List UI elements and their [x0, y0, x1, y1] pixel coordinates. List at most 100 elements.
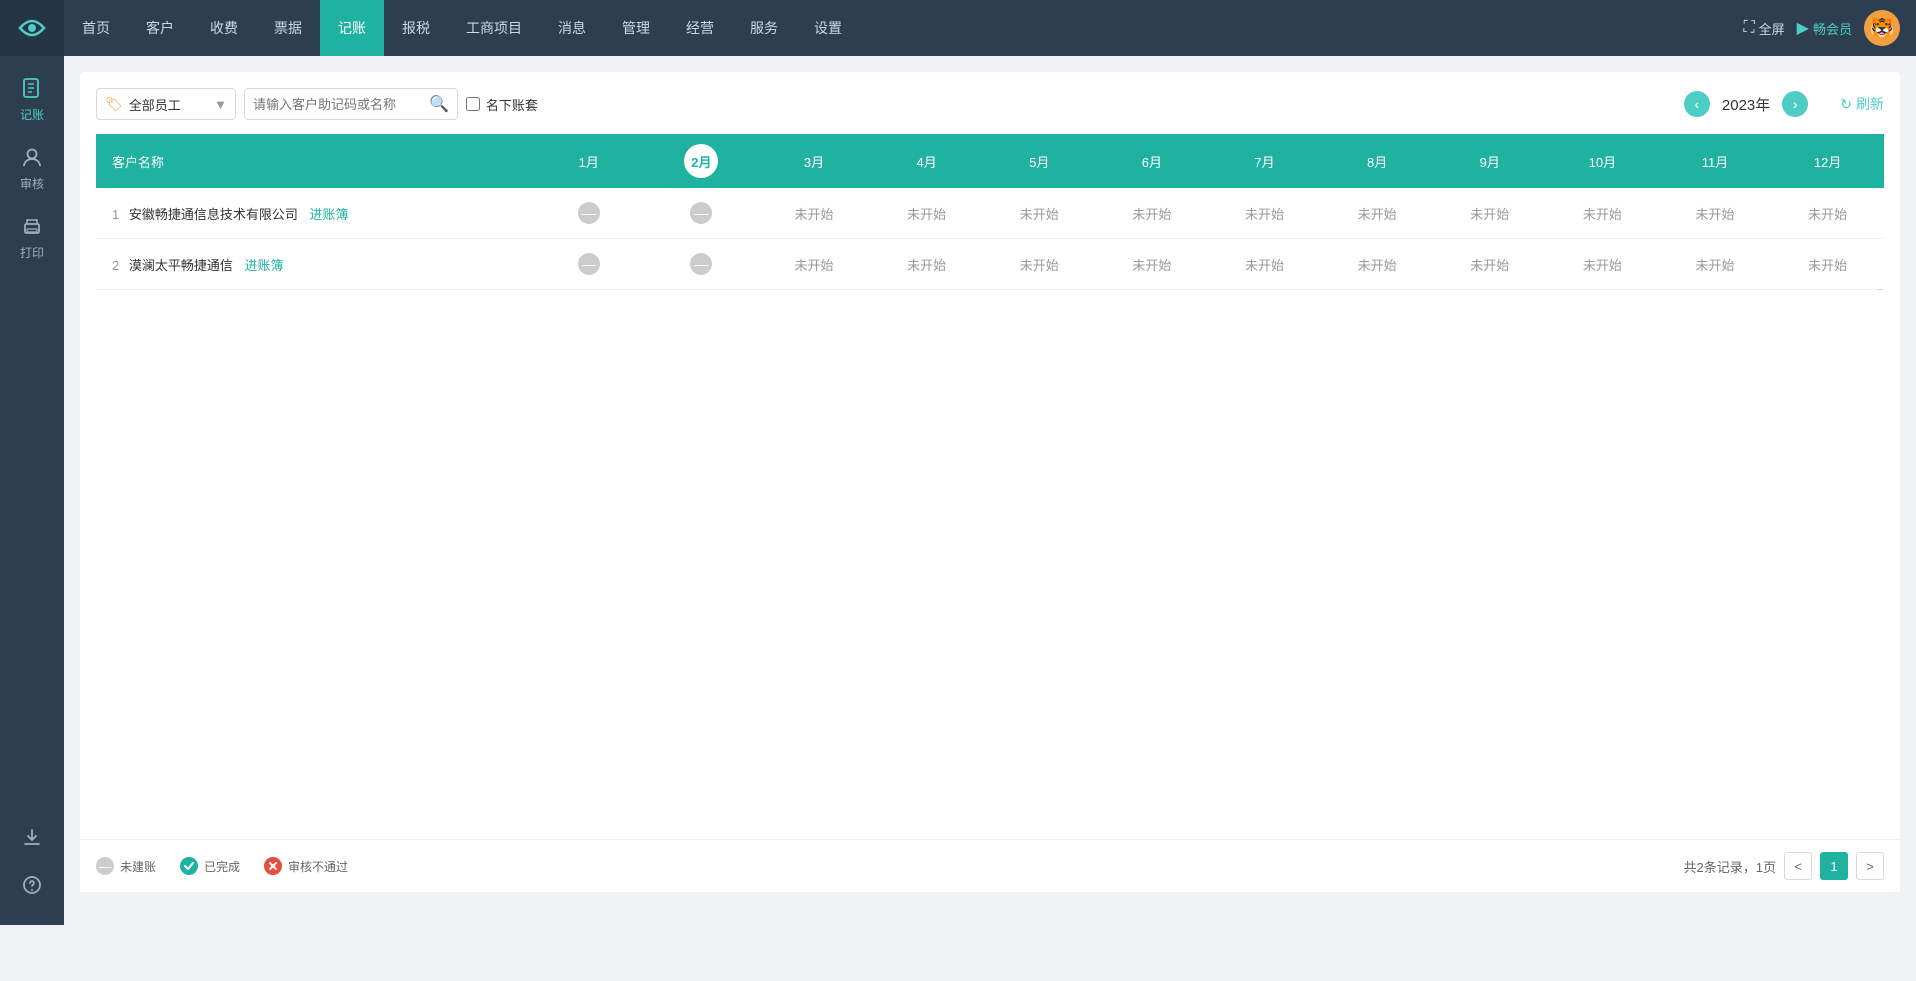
refresh-label: 刷新 — [1856, 94, 1884, 114]
cell-r1-dec: 未开始 — [1771, 188, 1884, 239]
cell-r1-jul: 未开始 — [1208, 188, 1321, 239]
sidebar-bottom — [0, 813, 64, 925]
col-jun: 6月 — [1096, 134, 1209, 188]
cell-r2-jun: 未开始 — [1096, 239, 1209, 290]
client-name-1: 安徽畅捷通信息技术有限公司 — [129, 207, 298, 222]
content-card: 🏷 全部员工 ▼ 🔍 名下账套 ‹ 2023年 › ↻ 刷新 — [80, 72, 1900, 892]
sidebar-item-ledger[interactable]: 记账 — [0, 64, 64, 133]
nav-home[interactable]: 首页 — [64, 0, 128, 56]
employee-select-label: 全部员工 — [129, 95, 181, 114]
vip-icon: ▶ — [1797, 18, 1809, 38]
top-nav-right: ⛶ 全屏 ▶ 畅会员 🐯 — [1743, 10, 1916, 46]
status-dash: — — [690, 202, 712, 224]
download-icon — [18, 823, 46, 851]
sidebar-audit-label: 审核 — [20, 175, 44, 192]
nav-service[interactable]: 服务 — [732, 0, 796, 56]
col-dec: 12月 — [1771, 134, 1884, 188]
sidebar-item-download[interactable] — [0, 813, 64, 861]
status-label: 未开始 — [1132, 258, 1171, 273]
search-button[interactable]: 🔍 — [429, 94, 449, 114]
nav-business2[interactable]: 经营 — [668, 0, 732, 56]
status-dash: — — [690, 253, 712, 275]
legend-grey-dot: — — [96, 857, 114, 875]
col-nov: 11月 — [1659, 134, 1772, 188]
sidebar-item-support[interactable] — [0, 861, 64, 909]
nav-items: 首页 客户 收费 票据 记账 报税 工商项目 消息 管理 经营 服务 设置 — [64, 0, 1743, 56]
table-wrapper: 客户名称 1月 2月 3月 4月 5月 6月 7月 8月 9月 10月 11月 … — [96, 134, 1884, 290]
scrollbar[interactable] — [1876, 289, 1884, 290]
nav-ledger[interactable]: 记账 — [320, 0, 384, 56]
my-accounts-checkbox-wrap[interactable]: 名下账套 — [466, 95, 538, 114]
cell-r1-aug: 未开始 — [1321, 188, 1434, 239]
footer: — 未建账 已完成 审核不通过 共2条记录，1页 < 1 > — [80, 839, 1900, 892]
enter-ledger-link-2[interactable]: 进账簿 — [245, 258, 284, 273]
cell-r2-aug: 未开始 — [1321, 239, 1434, 290]
status-label: 未开始 — [1245, 258, 1284, 273]
table-row: 2 漠澜太平畅捷通信 进账簿 — — 未开始 未开始 未开始 未开始 未开始 未… — [96, 239, 1884, 290]
logo[interactable] — [0, 0, 64, 56]
next-page-button[interactable]: > — [1856, 852, 1884, 880]
enter-ledger-link-1[interactable]: 进账簿 — [310, 207, 349, 222]
nav-tax[interactable]: 报税 — [384, 0, 448, 56]
legend-not-created: — 未建账 — [96, 857, 156, 875]
status-label: 未开始 — [1808, 258, 1847, 273]
nav-invoice[interactable]: 票据 — [256, 0, 320, 56]
chevron-down-icon: ▼ — [214, 97, 227, 112]
cell-r2-oct: 未开始 — [1546, 239, 1659, 290]
cell-r2-mar: 未开始 — [758, 239, 871, 290]
toolbar: 🏷 全部员工 ▼ 🔍 名下账套 ‹ 2023年 › ↻ 刷新 — [96, 88, 1884, 120]
status-label: 未开始 — [1020, 207, 1059, 222]
refresh-button[interactable]: ↻ 刷新 — [1840, 94, 1884, 114]
support-icon — [18, 871, 46, 899]
pagination: 共2条记录，1页 < 1 > — [1684, 852, 1884, 880]
sidebar-item-print[interactable]: 打印 — [0, 202, 64, 271]
cell-client-2: 2 漠澜太平畅捷通信 进账簿 — [96, 239, 532, 290]
main-content: 🏷 全部员工 ▼ 🔍 名下账套 ‹ 2023年 › ↻ 刷新 — [64, 56, 1916, 925]
status-label: 未开始 — [1358, 207, 1397, 222]
nav-business[interactable]: 工商项目 — [448, 0, 540, 56]
status-label: 未开始 — [1470, 207, 1509, 222]
cell-r2-jul: 未开始 — [1208, 239, 1321, 290]
prev-page-button[interactable]: < — [1784, 852, 1812, 880]
current-page-button[interactable]: 1 — [1820, 852, 1848, 880]
cell-r1-nov: 未开始 — [1659, 188, 1772, 239]
cell-r2-feb: — — [645, 239, 758, 290]
nav-manage[interactable]: 管理 — [604, 0, 668, 56]
active-month-badge: 2月 — [684, 144, 718, 178]
col-sep: 9月 — [1433, 134, 1546, 188]
nav-message[interactable]: 消息 — [540, 0, 604, 56]
status-label: 未开始 — [1132, 207, 1171, 222]
employee-icon: 🏷 — [105, 96, 123, 113]
my-accounts-checkbox[interactable] — [466, 97, 480, 111]
col-apr: 4月 — [870, 134, 983, 188]
search-input[interactable] — [253, 97, 429, 112]
cell-r2-sep: 未开始 — [1433, 239, 1546, 290]
nav-billing[interactable]: 收费 — [192, 0, 256, 56]
fullscreen-button[interactable]: ⛶ 全屏 — [1743, 19, 1784, 38]
cell-r1-feb: — — [645, 188, 758, 239]
employee-select[interactable]: 🏷 全部员工 ▼ — [96, 88, 236, 120]
vip-label: 畅会员 — [1813, 19, 1852, 38]
cell-r1-may: 未开始 — [983, 188, 1096, 239]
next-year-button[interactable]: › — [1782, 91, 1808, 117]
cell-r1-oct: 未开始 — [1546, 188, 1659, 239]
avatar[interactable]: 🐯 — [1864, 10, 1900, 46]
sidebar-item-audit[interactable]: 审核 — [0, 133, 64, 202]
col-jan: 1月 — [532, 134, 645, 188]
audit-icon — [18, 143, 46, 171]
status-label: 未开始 — [1583, 258, 1622, 273]
my-accounts-label: 名下账套 — [486, 95, 538, 114]
nav-customer[interactable]: 客户 — [128, 0, 192, 56]
vip-button[interactable]: ▶ 畅会员 — [1797, 18, 1852, 38]
col-feb: 2月 — [645, 134, 758, 188]
ledger-icon — [18, 74, 46, 102]
table-row: 1 安徽畅捷通信息技术有限公司 进账簿 — — 未开始 未开始 未开始 未开始 … — [96, 188, 1884, 239]
status-label: 未开始 — [794, 207, 833, 222]
nav-settings[interactable]: 设置 — [796, 0, 860, 56]
prev-year-button[interactable]: ‹ — [1684, 91, 1710, 117]
cell-r1-apr: 未开始 — [870, 188, 983, 239]
status-label: 未开始 — [1695, 207, 1734, 222]
client-name-2: 漠澜太平畅捷通信 — [129, 258, 233, 273]
cell-r1-jun: 未开始 — [1096, 188, 1209, 239]
status-label: 未开始 — [907, 207, 946, 222]
